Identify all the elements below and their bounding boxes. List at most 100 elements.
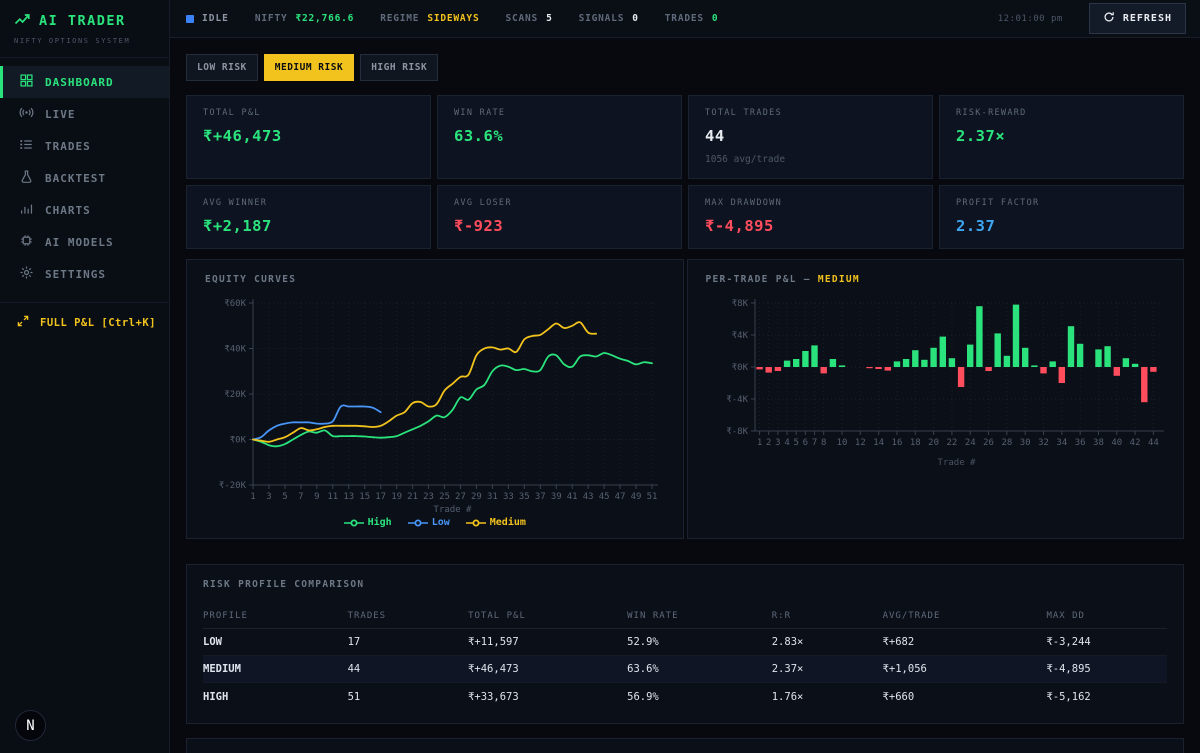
- svg-text:₹8K: ₹8K: [731, 299, 748, 309]
- cell-rr: 1.76×: [771, 690, 804, 703]
- svg-text:₹20K: ₹20K: [224, 390, 246, 400]
- trend-up-icon: [14, 12, 31, 30]
- svg-text:₹-4K: ₹-4K: [726, 395, 748, 405]
- stat-value: ₹-4,895: [705, 217, 774, 235]
- per-trade-pnl-title: PER-TRADE P&L — MEDIUM: [688, 260, 1184, 285]
- svg-text:16: 16: [891, 438, 902, 448]
- equity-curves-chart: ₹60K₹40K₹20K₹0K₹-20K1 3 5 7 9 11 13 15 17 19 21 23 2…: [219, 299, 658, 515]
- svg-text:15: 15: [359, 492, 370, 502]
- topbar-item-value: 0: [632, 13, 639, 24]
- svg-text:51: 51: [647, 492, 658, 502]
- recent-trades-panel: RECENT TRADES — MEDIUM VIEW ALL →: [186, 738, 1184, 753]
- cell-rr: 2.37×: [771, 663, 804, 675]
- table-row-medium[interactable]: MEDIUM 44 ₹+46,473 63.6% 2.37× ₹+1,056 ₹-4,895: [203, 656, 1167, 683]
- svg-text:₹0K: ₹0K: [731, 363, 748, 373]
- equity-curves-panel: EQUITY CURVES ₹60K ₹40K ₹20K ₹0K ₹-20K 1 3 5 7 9 1…: [186, 259, 684, 539]
- svg-text:33: 33: [503, 492, 514, 502]
- stat-label: AVG LOSER: [454, 198, 512, 208]
- stat-label: PROFIT FACTOR: [956, 198, 1040, 208]
- svg-text:45: 45: [599, 492, 610, 502]
- svg-text:37: 37: [535, 492, 546, 502]
- sidebar-item-label: CHARTS: [45, 203, 91, 217]
- stat-value: 2.37×: [956, 127, 1006, 145]
- topbar-item-value: SIDEWAYS: [427, 13, 480, 24]
- risk-tab-medium-risk[interactable]: MEDIUM RISK: [263, 54, 355, 81]
- svg-text:29: 29: [471, 492, 482, 502]
- app-logo: AI TRADER: [14, 12, 155, 30]
- refresh-button[interactable]: REFRESH: [1088, 3, 1186, 34]
- stat-value: ₹-923: [454, 217, 504, 235]
- svg-text:25: 25: [439, 492, 450, 502]
- table-col-r-r: R:R: [771, 610, 791, 621]
- sidebar-item-trades[interactable]: TRADES: [0, 130, 169, 162]
- svg-text:27: 27: [455, 492, 466, 502]
- sidebar-item-live[interactable]: LIVE: [0, 98, 169, 130]
- svg-text:3: 3: [266, 492, 271, 502]
- topbar-item-label: NIFTY: [254, 13, 288, 24]
- full-pnl-shortcut[interactable]: FULL P&L [Ctrl+K]: [0, 302, 169, 342]
- table-col-profile: PROFILE: [203, 610, 248, 621]
- sidebar-item-label: LIVE: [45, 107, 76, 121]
- topbar-item-nifty: NIFTY ₹22,766.6: [255, 13, 354, 24]
- cell-total-pl: ₹+33,673: [468, 690, 519, 703]
- stat-card-win-rate: WIN RATE 63.6%: [437, 95, 682, 179]
- svg-text:39: 39: [551, 492, 562, 502]
- topbar-item-value: 5: [546, 13, 553, 24]
- engine-status: IDLE: [186, 13, 229, 24]
- stat-label: WIN RATE: [454, 108, 506, 118]
- svg-text:32: 32: [1038, 438, 1049, 448]
- stat-label: MAX DRAWDOWN: [705, 198, 783, 208]
- expand-icon: [16, 314, 30, 331]
- svg-text:12: 12: [854, 438, 865, 448]
- svg-text:1: 1: [756, 438, 761, 448]
- topbar-item-scans: SCANS 5: [505, 13, 552, 24]
- topbar-item-label: SIGNALS: [578, 13, 625, 24]
- cell-trades: 51: [347, 690, 361, 703]
- svg-text:23: 23: [423, 492, 434, 502]
- svg-text:24: 24: [964, 438, 975, 448]
- cell-win-rate: 52.9%: [627, 636, 659, 648]
- sidebar-nav: DASHBOARD LIVE TRADES BACKTEST CHARTS AI MODE…: [0, 58, 169, 290]
- legend-item-high[interactable]: High: [343, 517, 392, 528]
- svg-text:7: 7: [811, 438, 816, 448]
- sidebar-item-label: AI MODELS: [45, 235, 114, 249]
- risk-tab-high-risk[interactable]: HIGH RISK: [360, 54, 439, 81]
- sidebar-item-ai-models[interactable]: AI MODELS: [0, 226, 169, 258]
- cell-max-dd: ₹-3,244: [1046, 636, 1091, 648]
- svg-text:4: 4: [784, 438, 789, 448]
- legend-marker-icon: [407, 519, 428, 526]
- svg-text:6: 6: [802, 438, 807, 448]
- cell-max-dd: ₹-5,162: [1046, 690, 1091, 703]
- topbar-stats: NIFTY ₹22,766.6 REGIME SIDEWAYS SCANS 5 SIGNAL…: [255, 13, 719, 24]
- per-trade-title-text: PER-TRADE P&L —: [705, 274, 811, 285]
- risk-tab-low-risk[interactable]: LOW RISK: [186, 54, 258, 81]
- svg-text:₹-8K: ₹-8K: [726, 427, 748, 437]
- per-trade-title-profile: MEDIUM: [817, 274, 860, 285]
- sidebar-item-label: DASHBOARD: [45, 75, 114, 89]
- svg-text:Trade #: Trade #: [434, 505, 473, 515]
- topbar-item-value: 0: [711, 13, 719, 24]
- svg-text:21: 21: [407, 492, 418, 502]
- svg-text:42: 42: [1129, 438, 1140, 448]
- sidebar-item-label: BACKTEST: [45, 171, 106, 185]
- svg-text:14: 14: [873, 438, 884, 448]
- sidebar-item-backtest[interactable]: BACKTEST: [0, 162, 169, 194]
- per-trade-pnl-chart: ₹8K₹4K₹0K₹-4K₹-8K1 2 3 4 5 6 7 8 10 12 14 16 18 20 22 2…: [726, 299, 1164, 468]
- svg-text:35: 35: [519, 492, 530, 502]
- dashboard-content: LOW RISK MEDIUM RISK HIGH RISK TOTAL P&L ₹+…: [170, 38, 1200, 753]
- sidebar-item-dashboard[interactable]: DASHBOARD: [0, 66, 169, 98]
- sidebar-item-settings[interactable]: SETTINGS: [0, 258, 169, 290]
- svg-text:34: 34: [1056, 438, 1067, 448]
- table-row-high[interactable]: HIGH 51 ₹+33,673 56.9% 1.76× ₹+660 ₹-5,162: [203, 683, 1167, 710]
- stat-card-avg-loser: AVG LOSER ₹-923: [437, 185, 682, 249]
- sidebar-item-charts[interactable]: CHARTS: [0, 194, 169, 226]
- legend-item-medium[interactable]: Medium: [465, 517, 526, 528]
- topbar-item-value: ₹22,766.6: [295, 13, 355, 24]
- sidebar-item-label: SETTINGS: [45, 267, 106, 281]
- legend-label: Medium: [489, 517, 526, 528]
- svg-text:22: 22: [946, 438, 957, 448]
- table-row-low[interactable]: LOW 17 ₹+11,597 52.9% 2.83× ₹+682 ₹-3,244: [203, 629, 1167, 656]
- risk-tabs: LOW RISK MEDIUM RISK HIGH RISK: [186, 54, 1184, 81]
- svg-text:₹-20K: ₹-20K: [219, 481, 247, 491]
- legend-item-low[interactable]: Low: [407, 517, 450, 528]
